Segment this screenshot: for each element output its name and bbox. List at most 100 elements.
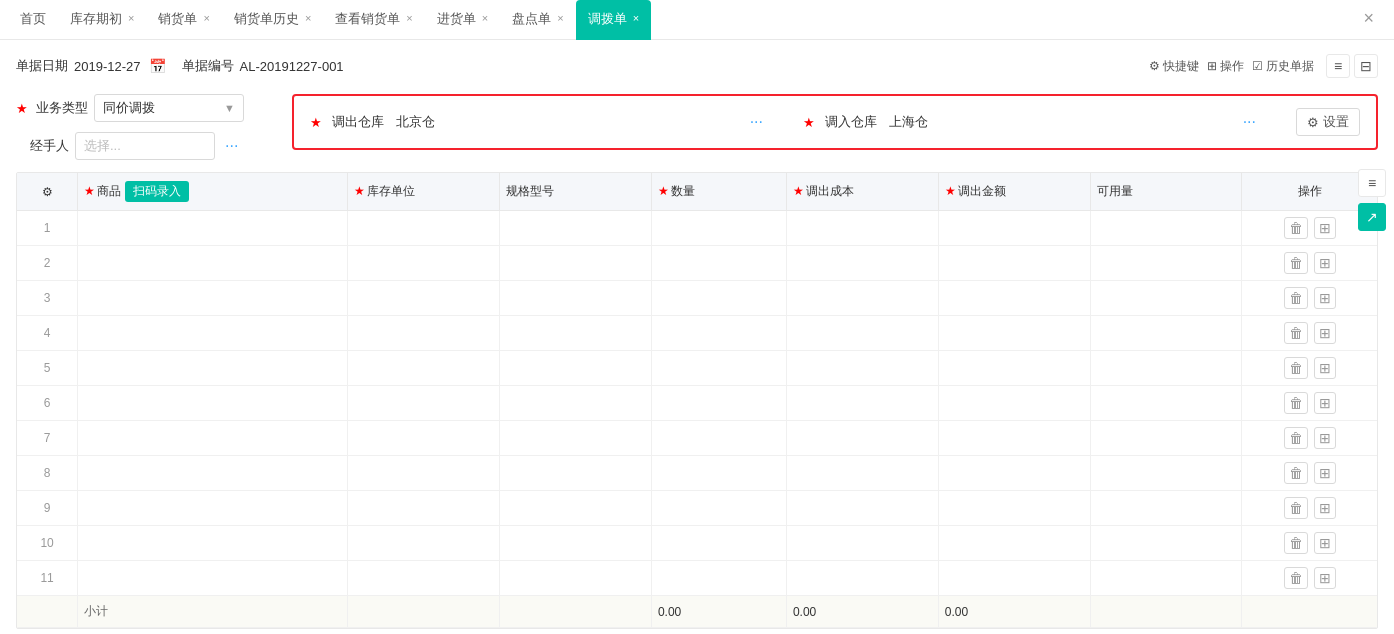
history-icon: ☑: [1252, 59, 1263, 73]
copy-icon[interactable]: ⊞: [1314, 427, 1336, 449]
th-gear[interactable]: ⚙: [17, 173, 78, 211]
table-row: 4🗑⊞: [17, 316, 1377, 351]
side-list-icon[interactable]: ≡: [1358, 169, 1386, 197]
th-qty: ★数量: [651, 173, 786, 211]
warehouse-out-value: 北京仓: [396, 113, 435, 131]
copy-icon[interactable]: ⊞: [1314, 217, 1336, 239]
table-row: 1🗑⊞: [17, 211, 1377, 246]
delete-icon[interactable]: 🗑: [1284, 322, 1308, 344]
copy-icon[interactable]: ⊞: [1314, 497, 1336, 519]
delete-icon[interactable]: 🗑: [1284, 427, 1308, 449]
copy-icon[interactable]: ⊞: [1314, 252, 1336, 274]
tab-sales-history[interactable]: 销货单历史 ×: [222, 0, 323, 40]
delete-icon[interactable]: 🗑: [1284, 497, 1308, 519]
tab-purchase-order[interactable]: 进货单 ×: [425, 0, 500, 40]
delete-icon[interactable]: 🗑: [1284, 357, 1308, 379]
tab-transfer-order[interactable]: 调拨单 ×: [576, 0, 651, 40]
scan-barcode-button[interactable]: 扫码录入: [125, 181, 189, 202]
tab-home[interactable]: 首页: [8, 0, 58, 40]
copy-icon[interactable]: ⊞: [1314, 462, 1336, 484]
doc-no-group: 单据编号 AL-20191227-001: [182, 57, 344, 75]
copy-icon[interactable]: ⊞: [1314, 532, 1336, 554]
subtotal-qty: 0.00: [651, 596, 786, 628]
copy-icon[interactable]: ⊞: [1314, 357, 1336, 379]
list-view-btn[interactable]: ≡: [1326, 54, 1350, 78]
form-section: ★ 业务类型 同价调拨 ▼ 经手人 选择... ··· ★ 调出仓库 北京仓 ·…: [16, 94, 1378, 160]
tab-close-window[interactable]: ×: [1351, 0, 1386, 40]
th-available: 可用量: [1090, 173, 1242, 211]
gear-icon[interactable]: ⚙: [42, 185, 53, 199]
delete-icon[interactable]: 🗑: [1284, 567, 1308, 589]
subtotal-label: 小计: [78, 596, 348, 628]
table-row: 8🗑⊞: [17, 456, 1377, 491]
tab-close-inventory-init[interactable]: ×: [128, 13, 134, 24]
grid-view-btn[interactable]: ⊟: [1354, 54, 1378, 78]
table-row: 11🗑⊞: [17, 561, 1377, 596]
business-type-required: ★: [16, 101, 28, 116]
warehouse-in-value: 上海仓: [889, 113, 928, 131]
handler-more-btn[interactable]: ···: [225, 137, 238, 155]
operation-icon: ⊞: [1207, 59, 1217, 73]
settings-button[interactable]: ⚙ 设置: [1296, 108, 1360, 136]
business-type-select[interactable]: 同价调拨 ▼: [94, 94, 244, 122]
doc-date-value[interactable]: 2019-12-27: [74, 59, 141, 74]
delete-icon[interactable]: 🗑: [1284, 392, 1308, 414]
delete-icon[interactable]: 🗑: [1284, 532, 1308, 554]
copy-icon[interactable]: ⊞: [1314, 322, 1336, 344]
warehouse-in-more[interactable]: ···: [1243, 113, 1256, 131]
business-type-label: 业务类型: [36, 99, 88, 117]
calendar-icon[interactable]: 📅: [149, 58, 166, 74]
warehouse-out-field: ★ 调出仓库 北京仓 ···: [310, 113, 763, 131]
table-row: 9🗑⊞: [17, 491, 1377, 526]
tab-inventory-init[interactable]: 库存期初 ×: [58, 0, 146, 40]
tab-inventory-count[interactable]: 盘点单 ×: [500, 0, 575, 40]
delete-icon[interactable]: 🗑: [1284, 287, 1308, 309]
tab-close-view-sales[interactable]: ×: [406, 13, 412, 24]
warehouse-in-label: 调入仓库: [825, 113, 877, 131]
tab-sales-order[interactable]: 销货单 ×: [146, 0, 221, 40]
history-btn[interactable]: ☑ 历史单据: [1252, 58, 1314, 75]
table-wrapper: ⚙ ★商品 扫码录入 ★库存单位 规格型号 ★数量 ★调出成本: [16, 172, 1378, 629]
warehouse-out-more[interactable]: ···: [750, 113, 763, 131]
subtotal-cost: 0.00: [786, 596, 938, 628]
toolbar-left: 单据日期 2019-12-27 📅 单据编号 AL-20191227-001: [16, 57, 344, 75]
tab-close-purchase-order[interactable]: ×: [482, 13, 488, 24]
warehouse-out-label: 调出仓库: [332, 113, 384, 131]
copy-icon[interactable]: ⊞: [1314, 287, 1336, 309]
main-content: 单据日期 2019-12-27 📅 单据编号 AL-20191227-001 ⚙…: [0, 40, 1394, 634]
warehouse-section: ★ 调出仓库 北京仓 ··· ★ 调入仓库 上海仓 ··· ⚙ 设置: [292, 94, 1378, 150]
toolbar-row: 单据日期 2019-12-27 📅 单据编号 AL-20191227-001 ⚙…: [16, 50, 1378, 82]
handler-label: 经手人: [30, 137, 69, 155]
doc-date-label: 单据日期: [16, 57, 68, 75]
operation-btn[interactable]: ⊞ 操作: [1207, 58, 1244, 75]
th-product: ★商品 扫码录入: [78, 173, 348, 211]
tab-close-transfer-order[interactable]: ×: [633, 13, 639, 24]
tab-close-inventory-count[interactable]: ×: [557, 13, 563, 24]
table-row: 7🗑⊞: [17, 421, 1377, 456]
warehouse-in-field: ★ 调入仓库 上海仓 ···: [803, 113, 1256, 131]
warehouse-in-required: ★: [803, 115, 815, 130]
th-amount: ★调出金额: [938, 173, 1090, 211]
copy-icon[interactable]: ⊞: [1314, 392, 1336, 414]
th-cost: ★调出成本: [786, 173, 938, 211]
delete-icon[interactable]: 🗑: [1284, 217, 1308, 239]
th-spec: 规格型号: [500, 173, 652, 211]
delete-icon[interactable]: 🗑: [1284, 462, 1308, 484]
table-row: 3🗑⊞: [17, 281, 1377, 316]
right-panel: ≡ ↗: [1354, 161, 1390, 239]
transfer-table: ⚙ ★商品 扫码录入 ★库存单位 规格型号 ★数量 ★调出成本: [17, 173, 1377, 628]
copy-icon[interactable]: ⊞: [1314, 567, 1336, 589]
delete-icon[interactable]: 🗑: [1284, 252, 1308, 274]
table-row: 10🗑⊞: [17, 526, 1377, 561]
handler-input[interactable]: 选择...: [75, 132, 215, 160]
toolbar-right: ⚙ 快捷键 ⊞ 操作 ☑ 历史单据 ≡ ⊟: [1149, 54, 1378, 78]
shortcut-btn[interactable]: ⚙ 快捷键: [1149, 58, 1199, 75]
settings-gear-icon: ⚙: [1307, 115, 1319, 130]
table-row: 2🗑⊞: [17, 246, 1377, 281]
business-type-field: ★ 业务类型 同价调拨 ▼: [16, 94, 276, 122]
tab-view-sales[interactable]: 查看销货单 ×: [323, 0, 424, 40]
side-external-icon[interactable]: ↗: [1358, 203, 1386, 231]
subtotal-row: 小计 0.00 0.00 0.00: [17, 596, 1377, 628]
tab-close-sales-order[interactable]: ×: [203, 13, 209, 24]
tab-close-sales-history[interactable]: ×: [305, 13, 311, 24]
